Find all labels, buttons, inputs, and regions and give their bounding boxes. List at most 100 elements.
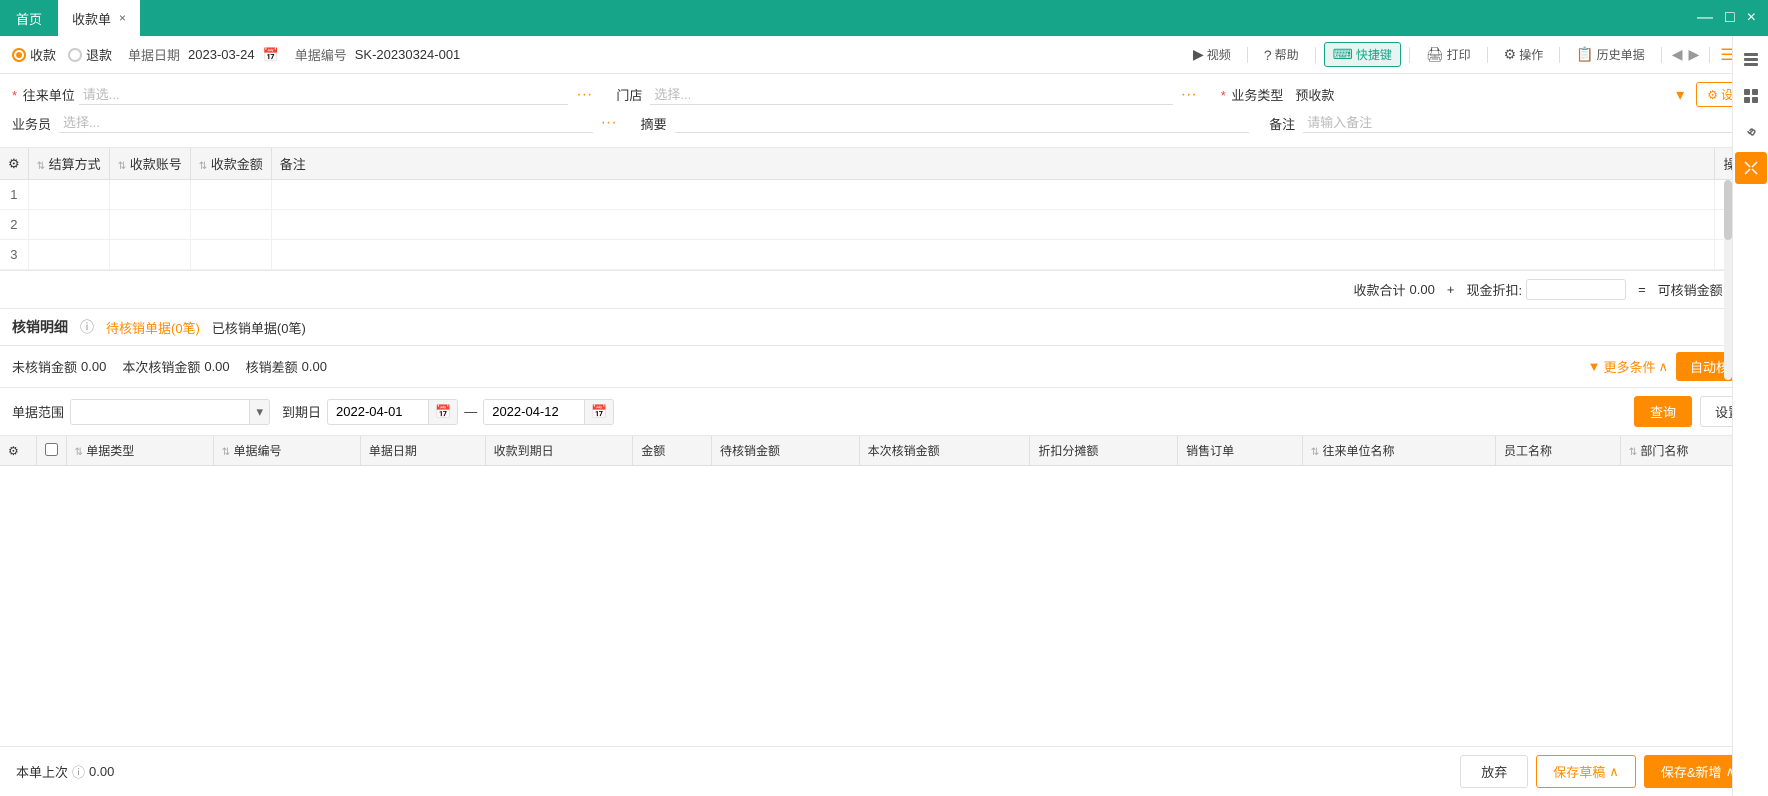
shop-field: 门店 ··· [616,85,1200,105]
th-gear[interactable]: ⚙ [0,148,28,180]
save-draft-arrow[interactable]: ∧ [1609,764,1619,780]
save-draft-btn[interactable]: 保存草稿 ∧ [1536,755,1636,788]
counterpart-more-btn[interactable]: ··· [572,86,596,104]
calendar-icon[interactable]: 📅 [263,47,279,63]
sort-icon3: ⇅ [199,161,207,172]
salesperson-input[interactable] [59,113,593,133]
th-settlement: ⇅ 结算方式 [28,148,109,180]
row-amount-2[interactable] [190,210,271,240]
divider2 [1315,47,1316,63]
scroll-track[interactable] [1724,180,1732,380]
tab-home[interactable]: 首页 [0,0,58,36]
date-to-icon[interactable]: 📅 [584,400,613,424]
row-settlement-3[interactable] [28,240,109,270]
vth-checkbox[interactable] [36,436,66,466]
row-account-1[interactable] [109,180,190,210]
sidebar-icon-table[interactable] [1735,44,1767,76]
row-amount-3[interactable] [190,240,271,270]
th-amount: ⇅ 收款金额 [190,148,271,180]
row-account-2[interactable] [109,210,190,240]
verify-tab-pending[interactable]: 待核销单据(0笔) [106,318,200,337]
range-input-wrapper: ▾ [70,399,270,425]
verify-info-icon[interactable]: ⓘ [80,317,94,337]
video-btn[interactable]: ▶ 视频 [1185,43,1239,66]
help-btn[interactable]: ? 帮助 [1256,43,1307,66]
carry-over-info-icon[interactable]: ⓘ [72,762,85,781]
counterpart-label: * 往来单位 [12,85,75,104]
remark-input[interactable] [1303,113,1756,133]
shop-input[interactable] [650,85,1172,105]
form-row-1: * 往来单位 ··· 门店 ··· * 业务类型 预收款 ▾ [12,82,1756,107]
row-remark-3[interactable] [271,240,1715,270]
close-window-icon[interactable]: × [1747,9,1756,27]
row-settlement-2[interactable] [28,210,109,240]
tab-active[interactable]: 收款单 × [58,0,140,36]
date-separator: — [464,404,477,419]
verify-table-wrapper: ⚙ ⇅ 单据类型 ⇅ 单据编号 单据日期 收款到期日 [0,436,1768,746]
minimize-icon[interactable]: — [1697,9,1713,27]
row-settlement-1[interactable] [28,180,109,210]
row-amount-1[interactable] [190,180,271,210]
vth-discount: 折扣分摊额 [1030,436,1178,466]
range-dropdown-arrow[interactable]: ▾ [249,400,269,424]
operations-label: 操作 [1519,46,1543,63]
print-btn[interactable]: 🖨 打印 [1418,43,1479,66]
scroll-thumb[interactable] [1724,180,1732,240]
divider3 [1409,47,1410,63]
range-input[interactable] [71,400,249,423]
form-row-2: 业务员 ··· 摘要 备注 [12,113,1756,133]
unverified-value: 0.00 [81,359,106,374]
vth-gear[interactable]: ⚙ [0,436,36,466]
history-btn[interactable]: 📋 历史单据 [1568,43,1652,66]
date-to-input[interactable] [484,400,584,423]
more-conditions-btn[interactable]: ▼ 更多条件 ∧ [1588,357,1668,376]
sidebar-icon-link[interactable] [1735,116,1767,148]
date-from-wrapper: 📅 [327,399,458,425]
row-remark-1[interactable] [271,180,1715,210]
maximize-icon[interactable]: □ [1725,9,1735,27]
prev-arrow[interactable]: ◀ [1670,44,1685,65]
date-from-input[interactable] [328,400,428,423]
filter-icon: ▼ [1588,359,1601,374]
date-value: 2023-03-24 [188,47,255,62]
total-value: 0.00 [1410,282,1435,297]
salesperson-more-btn[interactable]: ··· [597,114,621,132]
shop-more-btn[interactable]: ··· [1177,86,1201,104]
more-conditions-label: 更多条件 [1603,357,1655,376]
number-label: 单据编号 [295,45,347,64]
table-row: 1 🗑 ⊕ [0,180,1768,210]
counterpart-input[interactable] [79,85,569,105]
query-btn[interactable]: 查询 [1634,396,1692,427]
abandon-btn[interactable]: 放弃 [1460,755,1528,788]
verify-section: 核销明细 ⓘ 待核销单据(0笔) 已核销单据(0笔) 未核销金额 0.00 本次… [0,309,1768,746]
operations-btn[interactable]: ⚙ 操作 [1496,43,1552,66]
print-label: 打印 [1447,46,1471,63]
discount-input[interactable] [1526,279,1626,300]
row-account-3[interactable] [109,240,190,270]
verify-table: ⚙ ⇅ 单据类型 ⇅ 单据编号 单据日期 收款到期日 [0,436,1768,466]
next-arrow[interactable]: ▶ [1686,44,1701,65]
sidebar-icon-layout[interactable] [1735,80,1767,112]
sidebar-icon-expand[interactable] [1735,152,1767,184]
sort-icon: ⇅ [37,161,45,172]
diff-stat: 核销差额 0.00 [246,357,327,376]
radio-receive[interactable]: 收款 [12,45,56,64]
biz-type-dropdown[interactable]: ▾ [1672,85,1688,105]
select-all-checkbox[interactable] [45,443,58,456]
shortcut-label: 快捷键 [1356,46,1392,63]
nav-arrows: ◀ ▶ [1670,44,1702,65]
main-table: ⚙ ⇅ 结算方式 ⇅ 收款账号 ⇅ 收款金额 备注 [0,148,1768,270]
table-row: 2 🗑 ⊕ [0,210,1768,240]
radio-refund[interactable]: 退款 [68,45,112,64]
verify-stats: 未核销金额 0.00 本次核销金额 0.00 核销差额 0.00 ▼ 更多条件 … [0,346,1768,388]
row-num-1: 1 [0,180,28,210]
row-remark-2[interactable] [271,210,1715,240]
date-from-icon[interactable]: 📅 [428,400,457,424]
shortcut-btn[interactable]: ⌨ 快捷键 [1324,42,1401,67]
table-header-row: ⚙ ⇅ 结算方式 ⇅ 收款账号 ⇅ 收款金额 备注 [0,148,1768,180]
sort-icon-dept: ⇅ [1629,447,1637,458]
verify-header-row: ⚙ ⇅ 单据类型 ⇅ 单据编号 单据日期 收款到期日 [0,436,1768,466]
summary-input[interactable] [675,113,1250,133]
verify-tab-done[interactable]: 已核销单据(0笔) [212,318,306,337]
tab-close-icon[interactable]: × [119,11,126,25]
